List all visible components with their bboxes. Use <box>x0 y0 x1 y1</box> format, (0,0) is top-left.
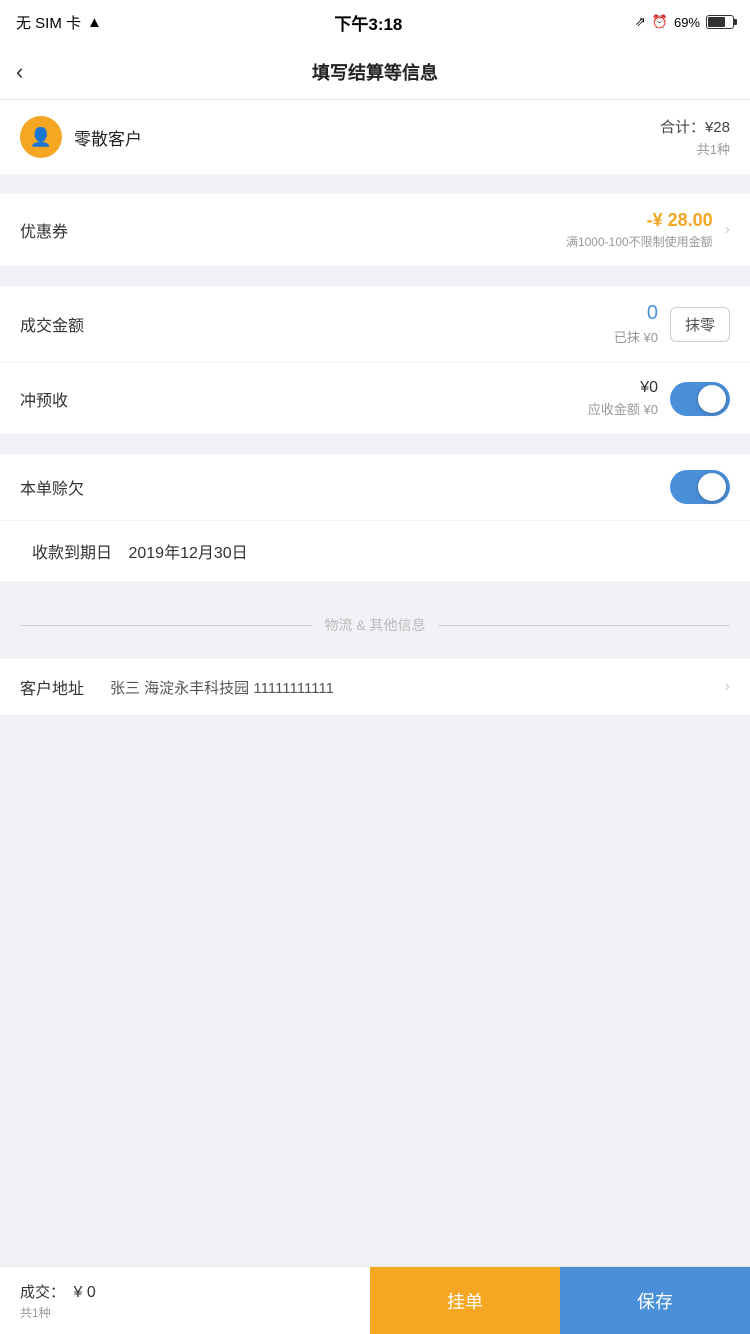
battery-icon <box>706 15 734 29</box>
transaction-right: 已抹 ¥0 抹零 <box>100 302 730 346</box>
prepayment-label: 冲预收 <box>20 387 100 411</box>
gap4 <box>0 591 750 601</box>
avatar-icon: 👤 <box>30 127 52 148</box>
debt-toggle[interactable] <box>670 470 730 504</box>
coupon-desc: 满1000-100不限制使用金额 <box>566 233 713 250</box>
bottom-bar: 成交： ¥ 0 共1种 挂单 保存 <box>0 1266 750 1334</box>
divider-section: 物流 & 其他信息 <box>0 601 750 649</box>
page-title: 填写结算等信息 <box>312 59 438 85</box>
save-button[interactable]: 保存 <box>560 1267 750 1334</box>
debt-section: 本单赊欠 收款到期日 2019年12月30日 <box>0 454 750 581</box>
bottom-count: 共1种 <box>20 1304 350 1321</box>
empty-space <box>0 715 750 915</box>
receivable-label: 应收金额 ¥0 <box>588 399 658 418</box>
coupon-right: -¥ 28.00 满1000-100不限制使用金额 › <box>100 210 730 250</box>
customer-name: 零散客户 <box>74 125 142 150</box>
transaction-label: 成交金额 <box>20 312 100 336</box>
status-bar: 无 SIM 卡 ▲ 下午3:18 ⇗ ⏰ 69% <box>0 0 750 44</box>
customer-row: 👤 零散客户 合计：¥28 共1种 <box>0 100 750 174</box>
battery-percent: 69% <box>674 15 700 30</box>
transaction-row: 成交金额 已抹 ¥0 抹零 <box>0 286 750 363</box>
coupon-value-col: -¥ 28.00 满1000-100不限制使用金额 <box>566 210 713 250</box>
gap2 <box>0 276 750 286</box>
already-rounded-value: ¥0 <box>644 330 658 345</box>
back-button[interactable]: ‹ <box>8 51 31 93</box>
debt-row: 本单赊欠 <box>0 454 750 521</box>
transaction-section: 成交金额 已抹 ¥0 抹零 冲预收 ¥0 应收金额 <box>0 286 750 434</box>
content-area: 👤 零散客户 合计：¥28 共1种 优惠券 -¥ 28.00 满1000-100… <box>0 100 750 995</box>
deal-amount: ¥ 0 <box>73 1284 95 1301</box>
prepayment-row: 冲预收 ¥0 应收金额 ¥0 <box>0 363 750 434</box>
due-date-row: 收款到期日 2019年12月30日 <box>0 521 750 581</box>
prepayment-right: ¥0 应收金额 ¥0 <box>100 379 730 418</box>
prepayment-value-col: ¥0 应收金额 ¥0 <box>588 379 658 418</box>
gap5 <box>0 649 750 659</box>
coupon-row[interactable]: 优惠券 -¥ 28.00 满1000-100不限制使用金额 › <box>0 194 750 266</box>
rounded-label: 已抹 ¥0 <box>598 327 658 346</box>
wifi-icon: ▲ <box>87 14 102 31</box>
carrier-label: 无 SIM 卡 <box>16 12 81 33</box>
customer-count: 共1种 <box>660 139 730 158</box>
coupon-label: 优惠券 <box>20 218 100 242</box>
transaction-value-col: 已抹 ¥0 <box>598 302 658 346</box>
nav-bar: ‹ 填写结算等信息 <box>0 44 750 100</box>
coupon-section: 优惠券 -¥ 28.00 满1000-100不限制使用金额 › <box>0 194 750 266</box>
bottom-deal-row: 成交： ¥ 0 <box>20 1281 350 1302</box>
location-icon: ⇗ <box>635 14 646 30</box>
deal-label: 成交： <box>20 1284 65 1301</box>
gap3 <box>0 444 750 454</box>
status-time: 下午3:18 <box>334 10 402 35</box>
already-rounded-text: 已抹 <box>614 330 640 345</box>
divider-line: 物流 & 其他信息 <box>20 615 730 635</box>
debt-right <box>100 470 730 504</box>
status-right: ⇗ ⏰ 69% <box>635 14 734 30</box>
address-chevron-icon: › <box>725 678 730 696</box>
hold-button[interactable]: 挂单 <box>370 1267 560 1334</box>
transaction-amount-input[interactable] <box>598 302 658 325</box>
toggle-track <box>670 382 730 416</box>
debt-toggle-thumb <box>698 473 726 501</box>
debt-label: 本单赊欠 <box>20 475 100 499</box>
coupon-chevron-icon: › <box>725 221 730 239</box>
address-value: 张三 海淀永丰科技园 11111111111 <box>110 677 725 698</box>
due-date-label: 收款到期日 <box>32 545 112 562</box>
round-off-button[interactable]: 抹零 <box>670 307 730 342</box>
coupon-amount: -¥ 28.00 <box>566 210 713 231</box>
avatar: 👤 <box>20 116 62 158</box>
divider-text: 物流 & 其他信息 <box>324 615 425 635</box>
address-row[interactable]: 客户地址 张三 海淀永丰科技园 11111111111 › <box>0 659 750 715</box>
address-label: 客户地址 <box>20 675 100 699</box>
due-date-value: 2019年12月30日 <box>128 545 247 562</box>
toggle-thumb <box>698 385 726 413</box>
alarm-icon: ⏰ <box>652 14 668 30</box>
bottom-info: 成交： ¥ 0 共1种 <box>0 1281 370 1321</box>
prepayment-toggle[interactable] <box>670 382 730 416</box>
debt-toggle-track <box>670 470 730 504</box>
status-left: 无 SIM 卡 ▲ <box>16 12 102 33</box>
prepayment-amount: ¥0 <box>588 379 658 397</box>
customer-info-right: 合计：¥28 共1种 <box>660 116 730 158</box>
customer-total: 合计：¥28 <box>660 116 730 137</box>
gap1 <box>0 184 750 194</box>
due-date-content: 收款到期日 2019年12月30日 <box>20 539 248 563</box>
customer-info-left: 👤 零散客户 <box>20 116 142 158</box>
